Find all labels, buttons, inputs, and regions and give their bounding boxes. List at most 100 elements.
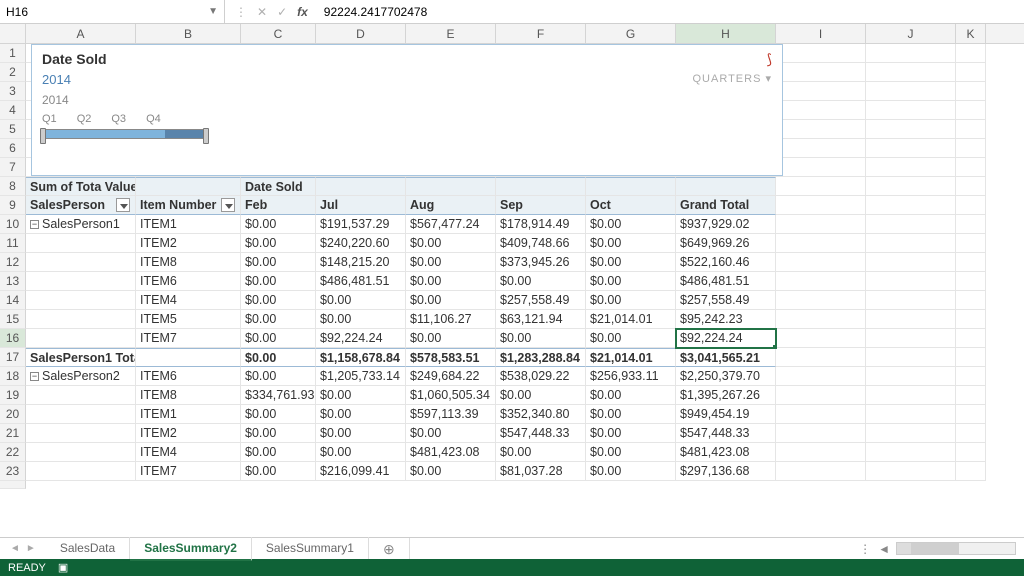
pivot-row-label[interactable] [26,329,136,348]
row-header[interactable]: 15 [0,310,26,329]
pivot-value-cell[interactable]: $257,558.49 [496,291,586,310]
pivot-value-cell[interactable]: $240,220.60 [316,234,406,253]
column-header[interactable]: F [496,24,586,43]
pivot-value-cell[interactable]: $0.00 [586,253,676,272]
pivot-row-label[interactable] [26,386,136,405]
pivot-value-cell[interactable]: $21,014.01 [586,310,676,329]
pivot-value-cell[interactable]: $949,454.19 [676,405,776,424]
slicer-range-bar[interactable] [42,129,207,139]
pivot-value-cell[interactable]: $0.00 [406,253,496,272]
sheet-tab[interactable]: SalesSummary1 [252,537,369,559]
cancel-icon[interactable]: ✕ [257,5,267,19]
pivot-value-cell[interactable]: $0.00 [316,386,406,405]
tab-next-icon[interactable]: ► [26,543,36,554]
pivot-value-cell[interactable]: $2,250,379.70 [676,367,776,386]
pivot-value-cell[interactable]: $0.00 [316,310,406,329]
row-header[interactable]: 14 [0,291,26,310]
row-header[interactable]: 22 [0,443,26,462]
pivot-value-cell[interactable]: $649,969.26 [676,234,776,253]
pivot-col-field[interactable]: Date Sold [241,177,316,196]
pivot-subtotal-value[interactable]: $0.00 [241,348,316,367]
pivot-value-cell[interactable]: $481,423.08 [676,443,776,462]
pivot-value-cell[interactable]: $0.00 [406,462,496,481]
pivot-subtotal-label[interactable]: SalesPerson1 Total [26,348,136,367]
collapse-icon[interactable]: − [30,372,39,381]
pivot-value-cell[interactable]: $334,761.93 [241,386,316,405]
pivot-subtotal-value[interactable]: $1,158,678.84 [316,348,406,367]
pivot-subtotal-value[interactable]: $578,583.51 [406,348,496,367]
pivot-value-cell[interactable]: $0.00 [241,424,316,443]
column-header[interactable]: J [866,24,956,43]
row-header[interactable]: 1 [0,44,26,63]
row-header[interactable]: 8 [0,177,26,196]
pivot-value-cell[interactable]: $0.00 [241,215,316,234]
tab-prev-icon[interactable]: ◄ [10,543,20,554]
pivot-value-cell[interactable]: $257,558.49 [676,291,776,310]
pivot-row-label[interactable] [26,291,136,310]
pivot-value-cell[interactable]: $0.00 [496,272,586,291]
pivot-value-cell[interactable]: $0.00 [241,462,316,481]
sheet-tab[interactable]: SalesData [46,537,130,559]
row-header[interactable]: 7 [0,158,26,177]
pivot-value-cell[interactable]: $0.00 [241,310,316,329]
name-box[interactable]: ▼ [0,0,225,23]
pivot-value-cell[interactable]: $937,929.02 [676,215,776,234]
pivot-value-cell[interactable]: $0.00 [316,424,406,443]
pivot-value-cell[interactable]: $0.00 [241,291,316,310]
pivot-item-label[interactable]: ITEM6 [136,367,241,386]
column-header[interactable]: A [26,24,136,43]
collapse-icon[interactable]: − [30,220,39,229]
pivot-item-label[interactable]: ITEM2 [136,234,241,253]
row-header[interactable]: 13 [0,272,26,291]
pivot-item-label[interactable]: ITEM1 [136,215,241,234]
pivot-value-cell[interactable]: $63,121.94 [496,310,586,329]
row-header[interactable]: 11 [0,234,26,253]
pivot-row-label[interactable]: −SalesPerson2 [26,367,136,386]
pivot-value-cell[interactable]: $0.00 [406,424,496,443]
pivot-value-cell[interactable]: $486,481.51 [676,272,776,291]
pivot-value-cell[interactable]: $0.00 [496,386,586,405]
column-header[interactable]: B [136,24,241,43]
pivot-value-cell[interactable]: $373,945.26 [496,253,586,272]
row-header[interactable]: 9 [0,196,26,215]
row-header[interactable]: 4 [0,101,26,120]
row-header[interactable]: 3 [0,82,26,101]
pivot-item-label[interactable]: ITEM7 [136,462,241,481]
cell-reference-input[interactable] [6,5,176,19]
dropdown-icon[interactable] [116,198,130,212]
pivot-value-cell[interactable]: $92,224.24 [676,329,776,348]
row-header[interactable]: 2 [0,63,26,82]
pivot-row-label[interactable] [26,253,136,272]
pivot-value-cell[interactable]: $547,448.33 [676,424,776,443]
pivot-item-label[interactable]: ITEM2 [136,424,241,443]
pivot-value-cell[interactable]: $1,395,267.26 [676,386,776,405]
macro-record-icon[interactable]: ▣ [58,561,68,574]
pivot-value-cell[interactable]: $352,340.80 [496,405,586,424]
pivot-value-cell[interactable]: $597,113.39 [406,405,496,424]
pivot-row-label[interactable] [26,443,136,462]
pivot-item-label[interactable]: ITEM4 [136,291,241,310]
pivot-subtotal-value[interactable]: $1,283,288.84 [496,348,586,367]
pivot-subtotal-value[interactable]: $21,014.01 [586,348,676,367]
pivot-value-cell[interactable]: $0.00 [406,234,496,253]
pivot-item-label[interactable]: ITEM4 [136,443,241,462]
pivot-subtotal-value[interactable]: $3,041,565.21 [676,348,776,367]
pivot-value-cell[interactable]: $92,224.24 [316,329,406,348]
pivot-item-label[interactable]: ITEM7 [136,329,241,348]
pivot-value-cell[interactable]: $0.00 [586,215,676,234]
pivot-value-cell[interactable]: $0.00 [586,234,676,253]
pivot-value-cell[interactable]: $0.00 [406,291,496,310]
pivot-column-label[interactable]: Oct [586,196,676,215]
row-header[interactable]: 21 [0,424,26,443]
row-header[interactable]: 23 [0,462,26,481]
pivot-value-cell[interactable]: $0.00 [586,386,676,405]
pivot-value-cell[interactable]: $256,933.11 [586,367,676,386]
column-header[interactable]: D [316,24,406,43]
pivot-value-cell[interactable]: $81,037.28 [496,462,586,481]
pivot-row-label[interactable] [26,272,136,291]
pivot-value-cell[interactable]: $0.00 [316,443,406,462]
pivot-value-cell[interactable]: $0.00 [586,462,676,481]
formula-input[interactable] [318,5,1024,19]
pivot-value-cell[interactable]: $0.00 [586,329,676,348]
pivot-value-cell[interactable]: $0.00 [241,329,316,348]
